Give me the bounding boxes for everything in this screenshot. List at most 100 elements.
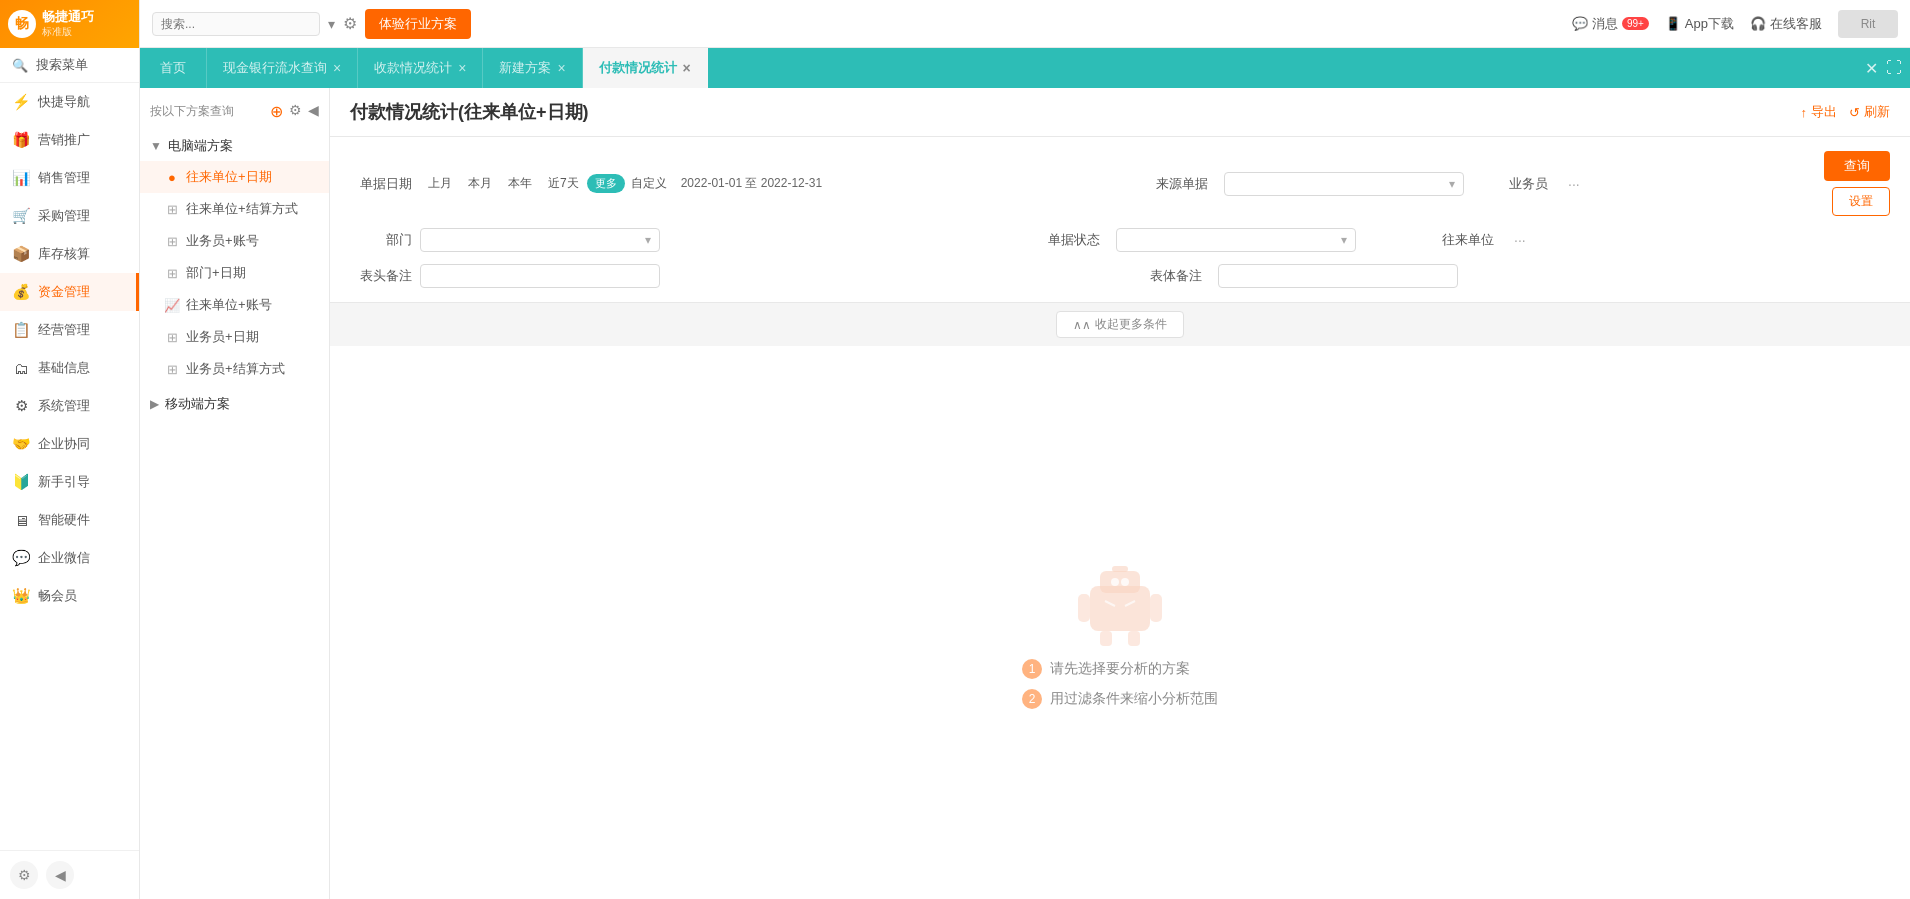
- sidebar-item-inventory[interactable]: 📦库存核算: [0, 235, 139, 273]
- sidebar-item-basic-label: 基础信息: [38, 359, 90, 377]
- sidebar-item-enterprise-label: 企业协同: [38, 435, 90, 453]
- tree-item-partner-account[interactable]: 📈 往来单位+账号: [140, 289, 329, 321]
- tree-item-dept-date[interactable]: ⊞ 部门+日期: [140, 257, 329, 289]
- sidebar-item-hardware[interactable]: 🖥智能硬件: [0, 501, 139, 539]
- tab-payment-stats[interactable]: 付款情况统计 ×: [583, 48, 708, 88]
- tree-item-staff-date[interactable]: ⊞ 业务员+日期: [140, 321, 329, 353]
- source-select[interactable]: ▾: [1224, 172, 1464, 196]
- marketing-icon: 🎁: [12, 131, 30, 149]
- date-btn-custom[interactable]: 自定义: [625, 172, 673, 195]
- set-btn[interactable]: 设置: [1832, 187, 1890, 216]
- online-service-btn[interactable]: 🎧 在线客服: [1750, 15, 1822, 33]
- purchase-icon: 🛒: [12, 207, 30, 225]
- page-header-actions: ↑ 导出 ↺ 刷新: [1801, 103, 1891, 133]
- message-icon: 💬: [1572, 16, 1588, 31]
- operations-icon: 📋: [12, 321, 30, 339]
- tab-new-plan[interactable]: 新建方案 ×: [483, 48, 582, 88]
- tab-new-plan-close[interactable]: ×: [557, 60, 565, 76]
- sidebar-item-basic[interactable]: 🗂基础信息: [0, 349, 139, 387]
- sidebar-item-system[interactable]: ⚙系统管理: [0, 387, 139, 425]
- partner-ellipsis-btn[interactable]: ···: [1510, 232, 1530, 248]
- window-expand-icon[interactable]: ⛶: [1886, 59, 1902, 77]
- system-icon: ⚙: [12, 397, 30, 415]
- sidebar-item-sales[interactable]: 📊销售管理: [0, 159, 139, 197]
- date-filter-label: 单据日期: [350, 175, 420, 193]
- sidebar-item-finance[interactable]: 💰 资金管理: [0, 273, 139, 311]
- body-note-input[interactable]: [1218, 264, 1458, 288]
- tab-home[interactable]: 首页: [140, 48, 207, 88]
- tree-group-mobile-title[interactable]: ▶ 移动端方案: [140, 389, 329, 419]
- status-chevron-icon: ▾: [1341, 233, 1347, 247]
- add-plan-btn[interactable]: ⊕: [270, 102, 283, 121]
- sidebar-item-marketing-label: 营销推广: [38, 131, 90, 149]
- topbar-gear-icon[interactable]: ⚙: [343, 14, 357, 33]
- query-action-col: 查询 设置: [1810, 151, 1890, 216]
- sidebar-item-member[interactable]: 👑畅会员: [0, 577, 139, 615]
- tree-item-partner-date-label: 往来单位+日期: [186, 168, 272, 186]
- empty-tips: 1 请先选择要分析的方案 2 用过滤条件来缩小分析范围: [1022, 659, 1218, 709]
- tree-item-partner-date[interactable]: ● 往来单位+日期: [140, 161, 329, 193]
- sidebar-item-operations[interactable]: 📋经营管理: [0, 311, 139, 349]
- sidebar-item-weixin[interactable]: 💬企业微信: [0, 539, 139, 577]
- tab-receipt-stats[interactable]: 收款情况统计 ×: [358, 48, 483, 88]
- plan-settings-icon[interactable]: ⚙: [289, 102, 302, 121]
- tree-item-partner-settlement[interactable]: ⊞ 往来单位+结算方式: [140, 193, 329, 225]
- empty-tip-2: 2 用过滤条件来缩小分析范围: [1022, 689, 1218, 709]
- app-download-btn[interactable]: 📱 App下载: [1665, 15, 1734, 33]
- sidebar: 畅 畅捷通巧 标准版 🔍 搜索菜单 ⚡快捷导航 🎁 营销推广 📊销售管理🛒采购管理📦库…: [0, 0, 140, 899]
- tab-home-label: 首页: [160, 59, 186, 77]
- topbar-search-input[interactable]: [152, 12, 320, 36]
- export-label: 导出: [1811, 103, 1837, 121]
- tree-item-icon-3: ⊞: [164, 265, 180, 281]
- online-service-label: 在线客服: [1770, 15, 1822, 33]
- date-btn-this-year[interactable]: 本年: [500, 172, 540, 195]
- tabbar: 首页 现金银行流水查询 × 收款情况统计 × 新建方案 × 付款情况统计 × ✕…: [140, 48, 1910, 88]
- sidebar-item-enterprise[interactable]: 🤝企业协同: [0, 425, 139, 463]
- sidebar-search[interactable]: 🔍 搜索菜单: [0, 48, 139, 83]
- date-btn-7days[interactable]: 近7天: [540, 172, 587, 195]
- trial-btn[interactable]: 体验行业方案: [365, 9, 471, 39]
- sidebar-item-guide-label: 新手引导: [38, 473, 90, 491]
- tree-item-staff-account[interactable]: ⊞ 业务员+账号: [140, 225, 329, 257]
- export-btn[interactable]: ↑ 导出: [1801, 103, 1838, 121]
- query-btn[interactable]: 查询: [1824, 151, 1890, 181]
- tree-group-desktop-title[interactable]: ▼ 电脑端方案: [140, 131, 329, 161]
- tree-item-icon-2: ⊞: [164, 233, 180, 249]
- sidebar-item-guide[interactable]: 🔰新手引导: [0, 463, 139, 501]
- staff-ellipsis-btn[interactable]: ···: [1564, 176, 1584, 192]
- logo-text: 畅捷通巧 标准版: [42, 9, 94, 39]
- collapse-conditions-btn[interactable]: ∧∧ 收起更多条件: [1056, 311, 1184, 338]
- header-note-input[interactable]: [420, 264, 660, 288]
- tab-payment-stats-close[interactable]: ×: [683, 60, 691, 76]
- tab-cash-flow-close[interactable]: ×: [333, 60, 341, 76]
- tab-cash-flow[interactable]: 现金银行流水查询 ×: [207, 48, 358, 88]
- tree-mobile-expand-icon: ▶: [150, 397, 159, 411]
- date-btn-more[interactable]: 更多: [587, 174, 625, 193]
- tree-item-staff-settlement[interactable]: ⊞ 业务员+结算方式: [140, 353, 329, 385]
- tree-item-icon-6: ⊞: [164, 361, 180, 377]
- sidebar-item-weixin-label: 企业微信: [38, 549, 90, 567]
- sidebar-item-quick-nav[interactable]: ⚡快捷导航: [0, 83, 139, 121]
- window-close-icon[interactable]: ✕: [1865, 59, 1878, 78]
- sidebar-item-purchase[interactable]: 🛒采购管理: [0, 197, 139, 235]
- topbar-chevron-icon[interactable]: ▾: [328, 16, 335, 32]
- messages-btn[interactable]: 💬 消息 99+: [1572, 15, 1649, 33]
- finance-icon: 💰: [12, 283, 30, 301]
- panel-collapse-icon[interactable]: ◀: [308, 102, 319, 121]
- source-label: 来源单据: [1146, 175, 1216, 193]
- sidebar-item-finance-label: 资金管理: [38, 283, 90, 301]
- user-avatar[interactable]: Rit: [1838, 10, 1898, 38]
- tab-receipt-stats-close[interactable]: ×: [458, 60, 466, 76]
- date-btn-last-month[interactable]: 上月: [420, 172, 460, 195]
- collapse-btn[interactable]: ◀: [46, 861, 74, 889]
- sidebar-item-marketing[interactable]: 🎁 营销推广: [0, 121, 139, 159]
- dept-select[interactable]: ▾: [420, 228, 660, 252]
- refresh-btn[interactable]: ↺ 刷新: [1849, 103, 1890, 121]
- refresh-icon: ↺: [1849, 105, 1860, 120]
- logo-icon: 畅: [8, 10, 36, 38]
- svg-rect-5: [1078, 594, 1090, 622]
- settings-btn[interactable]: ⚙: [10, 861, 38, 889]
- app-icon: 📱: [1665, 16, 1681, 31]
- status-select[interactable]: ▾: [1116, 228, 1356, 252]
- date-btn-this-month[interactable]: 本月: [460, 172, 500, 195]
